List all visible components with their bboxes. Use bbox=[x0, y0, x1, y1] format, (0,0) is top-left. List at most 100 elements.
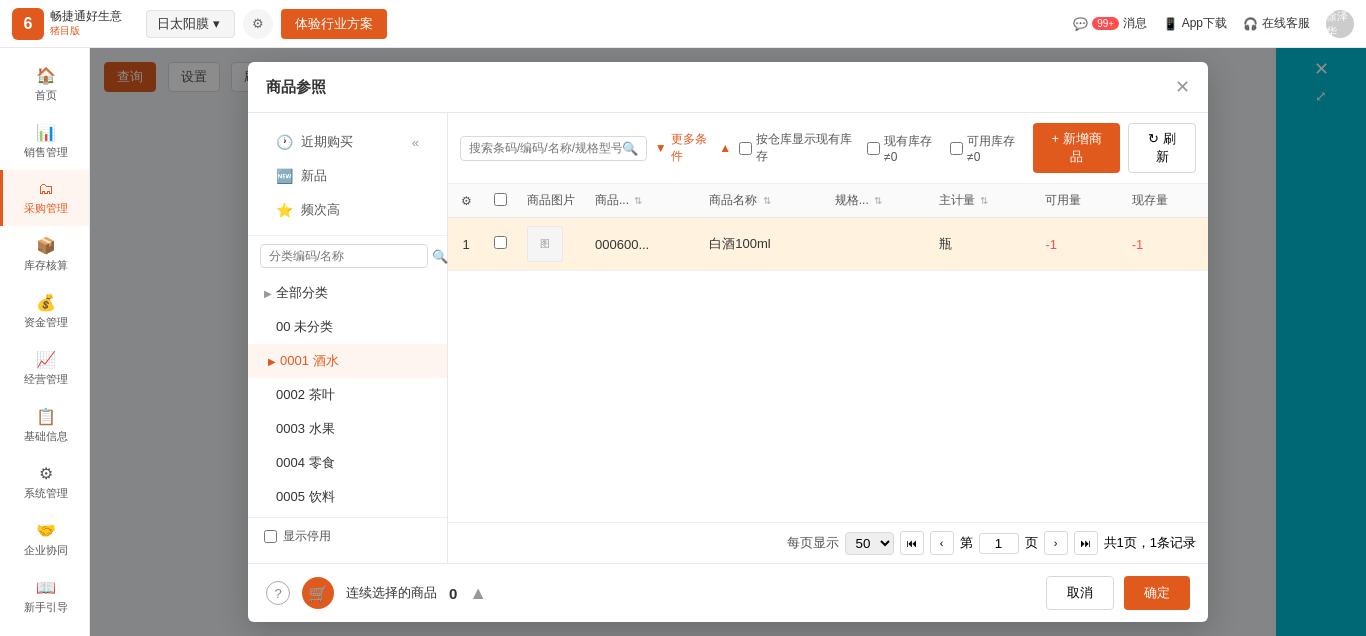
th-settings[interactable]: ⚙ bbox=[448, 184, 484, 218]
sort-code-icon: ⇅ bbox=[634, 195, 642, 206]
nav-selector[interactable]: 日太阳膜 ▾ bbox=[146, 10, 235, 38]
product-search-input[interactable] bbox=[469, 141, 622, 155]
show-disabled-checkbox[interactable] bbox=[264, 530, 277, 543]
app-download[interactable]: 📱 App下载 bbox=[1163, 15, 1227, 32]
th-unit[interactable]: 主计量 ⇅ bbox=[929, 184, 1036, 218]
cat-snack[interactable]: 0004 零食 bbox=[248, 446, 447, 480]
table-row[interactable]: 1 图 000600... 白酒100ml 瓶 bbox=[448, 218, 1208, 271]
collapse-button[interactable]: « bbox=[412, 135, 419, 150]
current-stock-checkbox-label[interactable]: 现有库存≠0 bbox=[867, 133, 942, 164]
confirm-button[interactable]: 确定 bbox=[1124, 576, 1190, 610]
main-layout: 🏠 首页 📊 销售管理 🗂 采购管理 📦 库存核算 💰 资金管理 📈 经营管理 … bbox=[0, 48, 1366, 636]
next-page-button[interactable]: › bbox=[1044, 531, 1068, 555]
last-page-button[interactable]: ⏭ bbox=[1074, 531, 1098, 555]
cancel-button[interactable]: 取消 bbox=[1046, 576, 1114, 610]
warehouse-checkbox-label[interactable]: 按仓库显示现有库存 bbox=[739, 131, 859, 165]
sort-unit-icon: ⇅ bbox=[980, 195, 988, 206]
cart-button[interactable]: 🛒 bbox=[302, 577, 334, 609]
td-image: 图 bbox=[517, 218, 585, 271]
sidebar-item-home[interactable]: 🏠 首页 bbox=[0, 56, 89, 113]
navbar-right: 💬 99+ 消息 📱 App下载 🎧 在线客服 徐泽华 bbox=[1073, 10, 1354, 38]
sidebar-item-guide[interactable]: 📖 新手引导 bbox=[0, 568, 89, 625]
modal-footer: ? 🛒 连续选择的商品 0 ▲ 取消 确定 bbox=[248, 563, 1208, 622]
gear-button[interactable]: ⚙ bbox=[243, 9, 273, 39]
cat-liquor[interactable]: ▶ 0001 酒水 bbox=[248, 344, 447, 378]
modal-body: 🕐 近期购买 « 🆕 新品 ⭐ 频次高 bbox=[248, 113, 1208, 563]
sidebar-item-inventory[interactable]: 📦 库存核算 bbox=[0, 226, 89, 283]
guide-icon: 📖 bbox=[36, 578, 56, 597]
th-name[interactable]: 商品名称 ⇅ bbox=[699, 184, 824, 218]
avatar: 徐泽华 bbox=[1326, 10, 1354, 38]
sidebar-item-finance[interactable]: 💰 资金管理 bbox=[0, 283, 89, 340]
left-panel-top: 🕐 近期购买 « 🆕 新品 ⭐ 频次高 bbox=[248, 121, 447, 236]
nav-new[interactable]: 🆕 新品 bbox=[260, 159, 435, 193]
search-icon[interactable]: 🔍 bbox=[622, 141, 638, 156]
gear-icon: ⚙ bbox=[252, 16, 264, 31]
filter-button[interactable]: ▼ 更多条件 ▲ bbox=[655, 131, 731, 165]
collapse-cart-button[interactable]: ▲ bbox=[469, 583, 487, 604]
cta-button[interactable]: 体验行业方案 bbox=[281, 9, 387, 39]
cat-uncategorized[interactable]: 00 未分类 bbox=[248, 310, 447, 344]
headset-icon: 🎧 bbox=[1243, 17, 1258, 31]
category-search-row: 🔍 bbox=[248, 236, 447, 276]
online-service[interactable]: 🎧 在线客服 bbox=[1243, 15, 1310, 32]
sidebar-item-apps[interactable]: 📱 应用中心 bbox=[0, 625, 89, 636]
warehouse-checkbox[interactable] bbox=[739, 142, 752, 155]
sidebar-item-system[interactable]: ⚙ 系统管理 bbox=[0, 454, 89, 511]
basic-info-icon: 📋 bbox=[36, 407, 56, 426]
nav-recent[interactable]: 🕐 近期购买 « bbox=[260, 125, 435, 159]
show-disabled-row: 显示停用 bbox=[248, 517, 447, 555]
th-code[interactable]: 商品... ⇅ bbox=[585, 184, 699, 218]
prev-page-button[interactable]: ‹ bbox=[930, 531, 954, 555]
nav-frequent[interactable]: ⭐ 频次高 bbox=[260, 193, 435, 227]
cat-active-arrow: ▶ bbox=[268, 356, 276, 367]
per-page-label: 每页显示 bbox=[787, 534, 839, 552]
add-product-button[interactable]: + 新增商品 bbox=[1033, 123, 1120, 173]
sidebar-item-basic-info[interactable]: 📋 基础信息 bbox=[0, 397, 89, 454]
cart-count: 0 bbox=[449, 585, 457, 602]
modal-title: 商品参照 bbox=[266, 78, 326, 97]
per-page-select[interactable]: 50 bbox=[845, 532, 894, 555]
available-stock-checkbox-label[interactable]: 可用库存≠0 bbox=[950, 133, 1025, 164]
filter-up-icon: ▲ bbox=[719, 141, 731, 155]
user-profile[interactable]: 徐泽华 bbox=[1326, 10, 1354, 38]
current-stock-checkbox[interactable] bbox=[867, 142, 880, 155]
sidebar-item-collab[interactable]: 🤝 企业协同 bbox=[0, 511, 89, 568]
th-stock: 现存量 bbox=[1122, 184, 1208, 218]
notifications[interactable]: 💬 99+ 消息 bbox=[1073, 15, 1146, 32]
page-input[interactable] bbox=[979, 533, 1019, 554]
modal-close-button[interactable]: ✕ bbox=[1175, 76, 1190, 98]
first-page-button[interactable]: ⏮ bbox=[900, 531, 924, 555]
product-table: ⚙ 商品图片 商品... ⇅ 商品名称 bbox=[448, 184, 1208, 271]
product-search-box: 🔍 bbox=[460, 136, 647, 161]
right-panel: 🔍 ▼ 更多条件 ▲ 按仓库显示现有库存 bbox=[448, 113, 1208, 563]
category-search-icon[interactable]: 🔍 bbox=[432, 249, 448, 264]
notification-count: 99+ bbox=[1092, 17, 1118, 30]
td-stock: -1 bbox=[1122, 218, 1208, 271]
product-table-container: ⚙ 商品图片 商品... ⇅ 商品名称 bbox=[448, 184, 1208, 522]
category-search-input[interactable] bbox=[260, 244, 428, 268]
select-all-checkbox[interactable] bbox=[494, 193, 507, 206]
app-logo: 6 畅捷通好生意 猪目版 bbox=[12, 8, 122, 40]
cat-all[interactable]: ▶ 全部分类 bbox=[248, 276, 447, 310]
footer-buttons: 取消 确定 bbox=[1046, 576, 1190, 610]
available-stock-checkbox[interactable] bbox=[950, 142, 963, 155]
td-num: 1 bbox=[448, 218, 484, 271]
sort-name-icon: ⇅ bbox=[763, 195, 771, 206]
sidebar-item-operations[interactable]: 📈 经营管理 bbox=[0, 340, 89, 397]
toolbar-right: + 新增商品 ↻ 刷新 bbox=[1033, 123, 1196, 173]
cat-fruit[interactable]: 0003 水果 bbox=[248, 412, 447, 446]
category-list: ▶ 全部分类 00 未分类 ▶ 0001 酒水 0002 茶叶 0 bbox=[248, 276, 447, 517]
help-button[interactable]: ? bbox=[266, 581, 290, 605]
cat-tea[interactable]: 0002 茶叶 bbox=[248, 378, 447, 412]
th-spec[interactable]: 规格... ⇅ bbox=[825, 184, 929, 218]
td-checkbox bbox=[484, 218, 517, 271]
mobile-icon: 📱 bbox=[1163, 17, 1178, 31]
cat-drinks[interactable]: 0005 饮料 bbox=[248, 480, 447, 514]
row-checkbox[interactable] bbox=[494, 236, 507, 249]
inventory-icon: 📦 bbox=[36, 236, 56, 255]
sidebar-item-purchase[interactable]: 🗂 采购管理 bbox=[0, 170, 89, 226]
refresh-button[interactable]: ↻ 刷新 bbox=[1128, 123, 1196, 173]
sidebar-item-sales[interactable]: 📊 销售管理 bbox=[0, 113, 89, 170]
brand-name: 畅捷通好生意 bbox=[50, 9, 122, 25]
